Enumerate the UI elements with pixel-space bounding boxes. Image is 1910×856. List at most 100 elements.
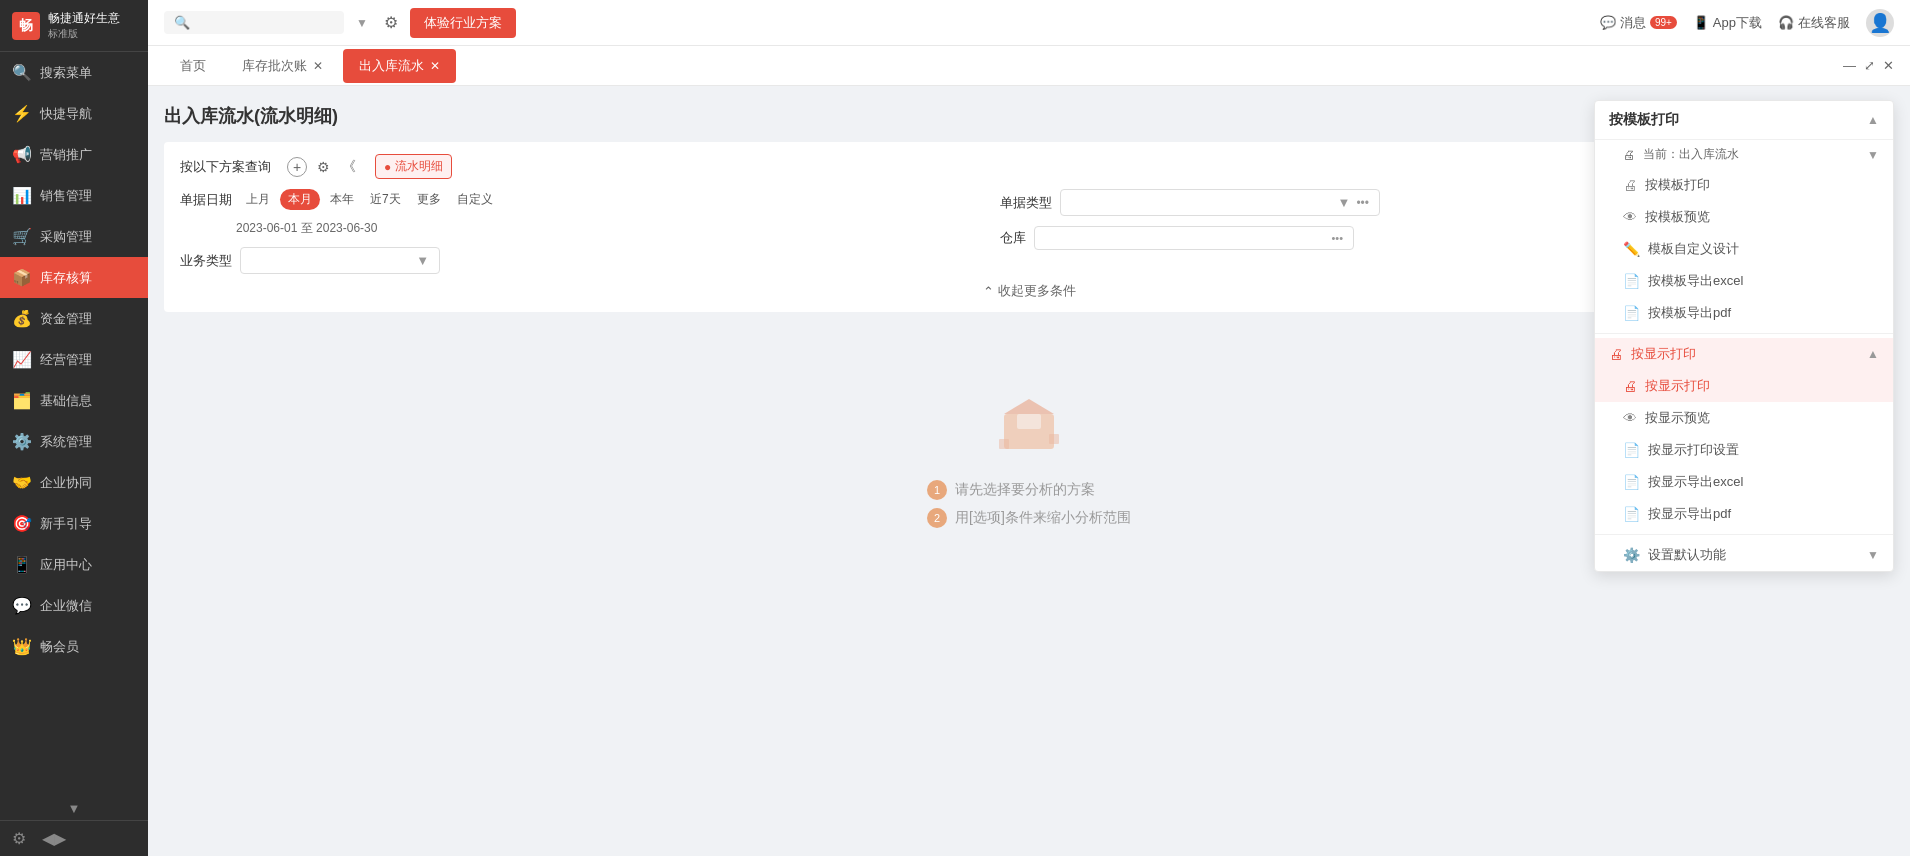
dropdown-item-export-excel-display[interactable]: 📄 按显示导出excel bbox=[1595, 466, 1893, 498]
tab-close-panel-icon[interactable]: ✕ bbox=[1883, 58, 1894, 73]
guide-icon: 🎯 bbox=[12, 514, 32, 533]
dropdown-item-print-settings-display[interactable]: 📄 按显示打印设置 bbox=[1595, 434, 1893, 466]
warehouse-select[interactable]: ••• bbox=[1034, 226, 1354, 250]
collapse-more-btn[interactable]: ⌃ 收起更多条件 bbox=[983, 282, 1076, 300]
sidebar: 畅 畅捷通好生意 标准版 🔍 搜索菜单 ⚡ 快捷导航 📢 营销推广 📊 销售管理… bbox=[0, 0, 148, 856]
header-search[interactable]: 🔍 bbox=[164, 11, 344, 34]
top-header: 🔍 ▼ ⚙ 体验行业方案 💬 消息 99+ 📱 App下载 🎧 在线客服 👤 bbox=[148, 0, 1910, 46]
message-btn[interactable]: 💬 消息 99+ bbox=[1600, 14, 1677, 32]
dropdown-item-export-pdf-display[interactable]: 📄 按显示导出pdf bbox=[1595, 498, 1893, 530]
header-actions: 💬 消息 99+ 📱 App下载 🎧 在线客服 👤 bbox=[1600, 9, 1894, 37]
sidebar-item-system[interactable]: ⚙️ 系统管理 bbox=[0, 421, 148, 462]
dropdown-divider-2 bbox=[1595, 534, 1893, 535]
sidebar-item-member[interactable]: 👑 畅会员 bbox=[0, 626, 148, 667]
industry-btn[interactable]: 体验行业方案 bbox=[410, 8, 516, 38]
sidebar-item-operations[interactable]: 📈 经营管理 bbox=[0, 339, 148, 380]
doc-type-label: 单据类型 bbox=[1000, 194, 1052, 212]
filter-actions: + ⚙ 《 bbox=[287, 157, 359, 177]
header-search-input[interactable] bbox=[196, 15, 316, 30]
header-search-caret[interactable]: ▼ bbox=[356, 16, 368, 30]
tab-maximize-icon[interactable]: ⤢ bbox=[1864, 58, 1875, 73]
headset-icon: 🎧 bbox=[1778, 15, 1794, 30]
date-tab-last-month[interactable]: 上月 bbox=[240, 189, 276, 210]
sidebar-item-sales[interactable]: 📊 销售管理 bbox=[0, 175, 148, 216]
set-default-icon: ⚙️ bbox=[1623, 547, 1640, 563]
filter-label: 按以下方案查询 bbox=[180, 158, 271, 176]
doc-type-more[interactable]: ••• bbox=[1356, 196, 1369, 210]
date-label: 单据日期 bbox=[180, 191, 232, 209]
sidebar-item-quick-nav[interactable]: ⚡ 快捷导航 bbox=[0, 93, 148, 134]
tab-minimize-icon[interactable]: — bbox=[1843, 58, 1856, 73]
business-type-select[interactable]: ▼ bbox=[240, 247, 440, 274]
dropdown-set-default[interactable]: ⚙️ 设置默认功能 ▼ bbox=[1595, 539, 1893, 571]
display-section-icon: 🖨 bbox=[1609, 346, 1623, 362]
export-excel-display-icon: 📄 bbox=[1623, 474, 1640, 490]
date-tab-custom[interactable]: 自定义 bbox=[451, 189, 499, 210]
user-avatar[interactable]: 👤 bbox=[1866, 9, 1894, 37]
preview-display-icon: 👁 bbox=[1623, 410, 1637, 426]
sidebar-search[interactable]: 🔍 搜索菜单 bbox=[0, 52, 148, 93]
collapse-icon[interactable]: ◀▶ bbox=[42, 829, 66, 848]
tab-home[interactable]: 首页 bbox=[164, 49, 222, 83]
sidebar-item-purchase[interactable]: 🛒 采购管理 bbox=[0, 216, 148, 257]
tab-flow-close[interactable]: ✕ bbox=[430, 59, 440, 73]
dropdown-current-label: 🖨 当前：出入库流水 ▼ bbox=[1595, 140, 1893, 169]
dropdown-item-export-excel-template[interactable]: 📄 按模板导出excel bbox=[1595, 265, 1893, 297]
logo-icon: 畅 bbox=[12, 12, 40, 40]
page-content: 出入库流水(流水明细) 🖨 按模板打印 ▲ | ⬆ 导出 🔄 刷新 bbox=[148, 86, 1910, 856]
print-template-icon: 🖨 bbox=[1623, 177, 1637, 193]
dropdown-item-export-pdf-template[interactable]: 📄 按模板导出pdf bbox=[1595, 297, 1893, 329]
filter-collapse-btn[interactable]: 《 bbox=[339, 157, 359, 177]
date-tab-current-month[interactable]: 本月 bbox=[280, 189, 320, 210]
finance-icon: 💰 bbox=[12, 309, 32, 328]
filter-chip-icon: ● bbox=[384, 160, 391, 174]
wechat-icon: 💬 bbox=[12, 596, 32, 615]
tab-batch-account[interactable]: 库存批次账 ✕ bbox=[226, 49, 339, 83]
sidebar-item-guide[interactable]: 🎯 新手引导 bbox=[0, 503, 148, 544]
phone-icon: 📱 bbox=[1693, 15, 1709, 30]
current-label-caret[interactable]: ▼ bbox=[1867, 148, 1879, 162]
member-icon: 👑 bbox=[12, 637, 32, 656]
tab-bar: 首页 库存批次账 ✕ 出入库流水 ✕ — ⤢ ✕ bbox=[148, 46, 1910, 86]
warehouse-label: 仓库 bbox=[1000, 229, 1026, 247]
display-section-caret: ▲ bbox=[1867, 347, 1879, 361]
filter-settings-btn[interactable]: ⚙ bbox=[313, 157, 333, 177]
sidebar-item-inventory[interactable]: 📦 库存核算 bbox=[0, 257, 148, 298]
print-dropdown-panel: 按模板打印 ▲ 🖨 当前：出入库流水 ▼ 🖨 按模板打印 👁 按模板预览 ✏️ … bbox=[1594, 100, 1894, 572]
header-gear-icon[interactable]: ⚙ bbox=[384, 13, 398, 32]
doc-type-select[interactable]: ▼ ••• bbox=[1060, 189, 1380, 216]
date-tab-7days[interactable]: 近7天 bbox=[364, 189, 407, 210]
settings-icon[interactable]: ⚙ bbox=[12, 829, 26, 848]
sidebar-item-marketing[interactable]: 📢 营销推广 bbox=[0, 134, 148, 175]
filter-chip[interactable]: ● 流水明细 bbox=[375, 154, 452, 179]
dropdown-item-preview-display[interactable]: 👁 按显示预览 bbox=[1595, 402, 1893, 434]
avatar-icon: 👤 bbox=[1869, 12, 1891, 34]
warehouse-more[interactable]: ••• bbox=[1331, 232, 1343, 244]
app-download-btn[interactable]: 📱 App下载 bbox=[1693, 14, 1762, 32]
preview-template-icon: 👁 bbox=[1623, 209, 1637, 225]
main-area: 🔍 ▼ ⚙ 体验行业方案 💬 消息 99+ 📱 App下载 🎧 在线客服 👤 bbox=[148, 0, 1910, 856]
message-icon: 💬 bbox=[1600, 15, 1616, 30]
sidebar-item-cooperation[interactable]: 🤝 企业协同 bbox=[0, 462, 148, 503]
svg-rect-2 bbox=[1017, 414, 1041, 429]
dropdown-display-section[interactable]: 🖨 按显示打印 ▲ bbox=[1595, 338, 1893, 370]
dropdown-item-print-template[interactable]: 🖨 按模板打印 bbox=[1595, 169, 1893, 201]
sidebar-item-basic[interactable]: 🗂️ 基础信息 bbox=[0, 380, 148, 421]
filter-add-btn[interactable]: + bbox=[287, 157, 307, 177]
dropdown-collapse-btn[interactable]: ▲ bbox=[1867, 113, 1879, 127]
dropdown-item-print-display[interactable]: 🖨 按显示打印 bbox=[1595, 370, 1893, 402]
tab-flow[interactable]: 出入库流水 ✕ bbox=[343, 49, 456, 83]
dropdown-item-custom-design[interactable]: ✏️ 模板自定义设计 bbox=[1595, 233, 1893, 265]
sidebar-item-app-center[interactable]: 📱 应用中心 bbox=[0, 544, 148, 585]
date-range-value: 2023-06-01 至 2023-06-30 bbox=[236, 220, 377, 237]
sidebar-item-wechat[interactable]: 💬 企业微信 bbox=[0, 585, 148, 626]
tab-batch-account-close[interactable]: ✕ bbox=[313, 59, 323, 73]
set-default-caret: ▼ bbox=[1867, 548, 1879, 562]
empty-icon bbox=[989, 384, 1069, 464]
date-tab-current-year[interactable]: 本年 bbox=[324, 189, 360, 210]
sidebar-scroll-down[interactable]: ▼ bbox=[0, 797, 148, 820]
online-service-btn[interactable]: 🎧 在线客服 bbox=[1778, 14, 1850, 32]
sidebar-item-finance[interactable]: 💰 资金管理 bbox=[0, 298, 148, 339]
dropdown-item-preview-template[interactable]: 👁 按模板预览 bbox=[1595, 201, 1893, 233]
date-tab-more[interactable]: 更多 bbox=[411, 189, 447, 210]
